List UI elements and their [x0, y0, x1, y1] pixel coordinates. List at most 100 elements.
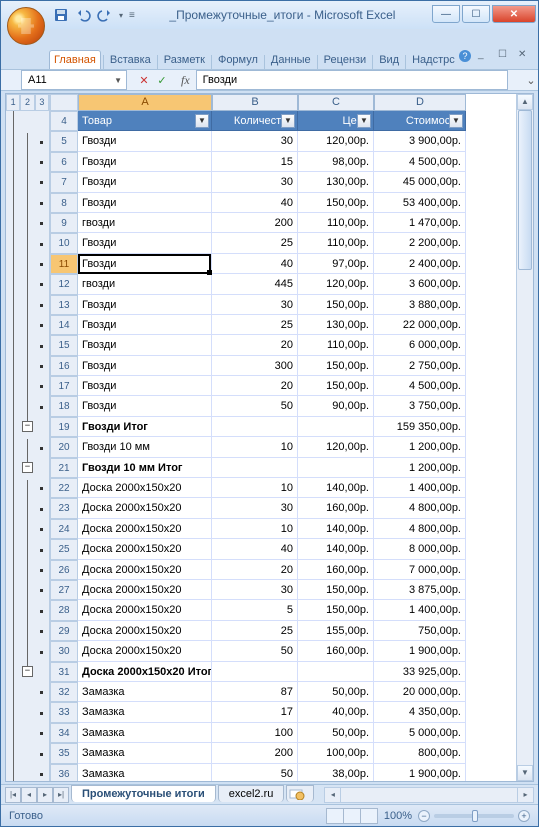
grid-body[interactable]: 4 Товар▼ Количество▼ Цена▼ Стоимость▼ 5 … [50, 111, 516, 781]
hscroll-right-icon[interactable]: ▸ [517, 788, 533, 802]
cell[interactable]: 150,00р. [298, 580, 374, 600]
filter-dropdown-icon[interactable]: ▼ [357, 114, 371, 128]
cell[interactable]: 1 200,00р. [374, 437, 466, 457]
outline-level-1[interactable]: 1 [6, 94, 20, 111]
help-icon[interactable]: ? [458, 49, 472, 63]
sheet-nav-prev-icon[interactable]: ◂ [21, 787, 37, 803]
cell[interactable]: Доска 2000х150х20 [78, 641, 212, 661]
row-header[interactable]: 27 [50, 580, 78, 600]
row-header[interactable]: 30 [50, 641, 78, 661]
cell[interactable] [298, 417, 374, 437]
cell[interactable]: Замазка [78, 702, 212, 722]
row-header[interactable]: 19 [50, 417, 78, 437]
row-header[interactable]: 14 [50, 315, 78, 335]
ribbon-tab-data[interactable]: Данные [267, 51, 315, 69]
header-cell[interactable]: Стоимость▼ [374, 111, 466, 131]
cell[interactable]: 120,00р. [298, 274, 374, 294]
cell[interactable]: 1 900,00р. [374, 764, 466, 782]
sheet-nav-last-icon[interactable]: ▸| [53, 787, 69, 803]
workbook-close-icon[interactable]: ✕ [518, 49, 532, 63]
cell[interactable]: 87 [212, 682, 298, 702]
minimize-button[interactable]: — [432, 5, 460, 23]
cell[interactable]: 30 [212, 498, 298, 518]
cell[interactable]: 110,00р. [298, 233, 374, 253]
formula-bar[interactable]: Гвозди [196, 70, 508, 90]
cell[interactable]: 1 470,00р. [374, 213, 466, 233]
cell[interactable]: 8 000,00р. [374, 539, 466, 559]
cell[interactable]: Гвозди [78, 335, 212, 355]
cell[interactable]: Замазка [78, 764, 212, 782]
cell[interactable]: Гвозди [78, 254, 212, 274]
row-header[interactable]: 8 [50, 193, 78, 213]
cell[interactable]: 3 600,00р. [374, 274, 466, 294]
name-box[interactable]: A11 ▼ [21, 70, 127, 90]
cell[interactable]: 155,00р. [298, 621, 374, 641]
cell[interactable]: Гвозди [78, 376, 212, 396]
sheet-nav-first-icon[interactable]: |◂ [5, 787, 21, 803]
row-header[interactable]: 28 [50, 600, 78, 620]
cell[interactable]: 100,00р. [298, 743, 374, 763]
cell[interactable]: Доска 2000х150х20 [78, 539, 212, 559]
cell[interactable]: 38,00р. [298, 764, 374, 782]
row-header[interactable]: 11 [50, 254, 78, 274]
row-header[interactable]: 5 [50, 131, 78, 151]
fx-icon[interactable]: fx [175, 73, 196, 88]
sheet-tab-other[interactable]: excel2.ru [218, 785, 285, 802]
row-header[interactable]: 12 [50, 274, 78, 294]
qat-customize-icon[interactable]: ▾ [119, 11, 123, 20]
row-header[interactable]: 18 [50, 396, 78, 416]
cell[interactable]: 40 [212, 254, 298, 274]
cell[interactable]: 2 400,00р. [374, 254, 466, 274]
cell[interactable]: 30 [212, 295, 298, 315]
cell[interactable]: 4 350,00р. [374, 702, 466, 722]
row-header[interactable]: 16 [50, 356, 78, 376]
cell[interactable]: Замазка [78, 743, 212, 763]
cell[interactable]: Гвозди 10 мм Итог [78, 458, 212, 478]
col-header-a[interactable]: A [78, 94, 212, 111]
row-header[interactable]: 10 [50, 233, 78, 253]
cell[interactable]: Доска 2000х150х20 [78, 560, 212, 580]
confirm-edit-icon[interactable]: ✓ [155, 74, 169, 87]
cell[interactable]: 160,00р. [298, 641, 374, 661]
cell[interactable]: 22 000,00р. [374, 315, 466, 335]
cell[interactable]: 2 200,00р. [374, 233, 466, 253]
cell[interactable]: 3 875,00р. [374, 580, 466, 600]
filter-dropdown-icon[interactable]: ▼ [281, 114, 295, 128]
outline-level-2[interactable]: 2 [20, 94, 34, 111]
cell[interactable]: 120,00р. [298, 131, 374, 151]
sheet-tab-new[interactable] [286, 785, 314, 802]
cell[interactable]: 40 [212, 539, 298, 559]
cell[interactable]: 50 [212, 396, 298, 416]
outline-collapse-button[interactable]: − [22, 666, 33, 677]
row-header[interactable]: 20 [50, 437, 78, 457]
cell[interactable]: 30 [212, 131, 298, 151]
cell[interactable]: 40 [212, 193, 298, 213]
cell[interactable]: Гвозди [78, 233, 212, 253]
scroll-down-icon[interactable]: ▼ [517, 765, 533, 781]
ribbon-tab-home[interactable]: Главная [49, 50, 101, 69]
cell[interactable]: 10 [212, 478, 298, 498]
undo-icon[interactable] [75, 7, 91, 23]
cell[interactable]: 110,00р. [298, 335, 374, 355]
row-header[interactable]: 4 [50, 111, 78, 131]
col-header-d[interactable]: D [374, 94, 466, 111]
cell[interactable]: 25 [212, 621, 298, 641]
row-header[interactable]: 7 [50, 172, 78, 192]
cell[interactable]: Доска 2000х150х20 [78, 621, 212, 641]
cell[interactable]: 5 [212, 600, 298, 620]
cell[interactable]: 140,00р. [298, 539, 374, 559]
zoom-in-button[interactable]: + [518, 810, 530, 822]
cell[interactable]: 200 [212, 213, 298, 233]
row-header[interactable]: 33 [50, 702, 78, 722]
outline-collapse-button[interactable]: − [22, 462, 33, 473]
zoom-out-button[interactable]: − [418, 810, 430, 822]
scroll-up-icon[interactable]: ▲ [517, 94, 533, 110]
row-header[interactable]: 25 [50, 539, 78, 559]
row-header[interactable]: 26 [50, 560, 78, 580]
cell[interactable]: 17 [212, 702, 298, 722]
cell[interactable]: 200 [212, 743, 298, 763]
cell[interactable]: Гвозди [78, 315, 212, 335]
cell[interactable]: 5 000,00р. [374, 723, 466, 743]
row-header[interactable]: 24 [50, 519, 78, 539]
cell[interactable]: Замазка [78, 682, 212, 702]
